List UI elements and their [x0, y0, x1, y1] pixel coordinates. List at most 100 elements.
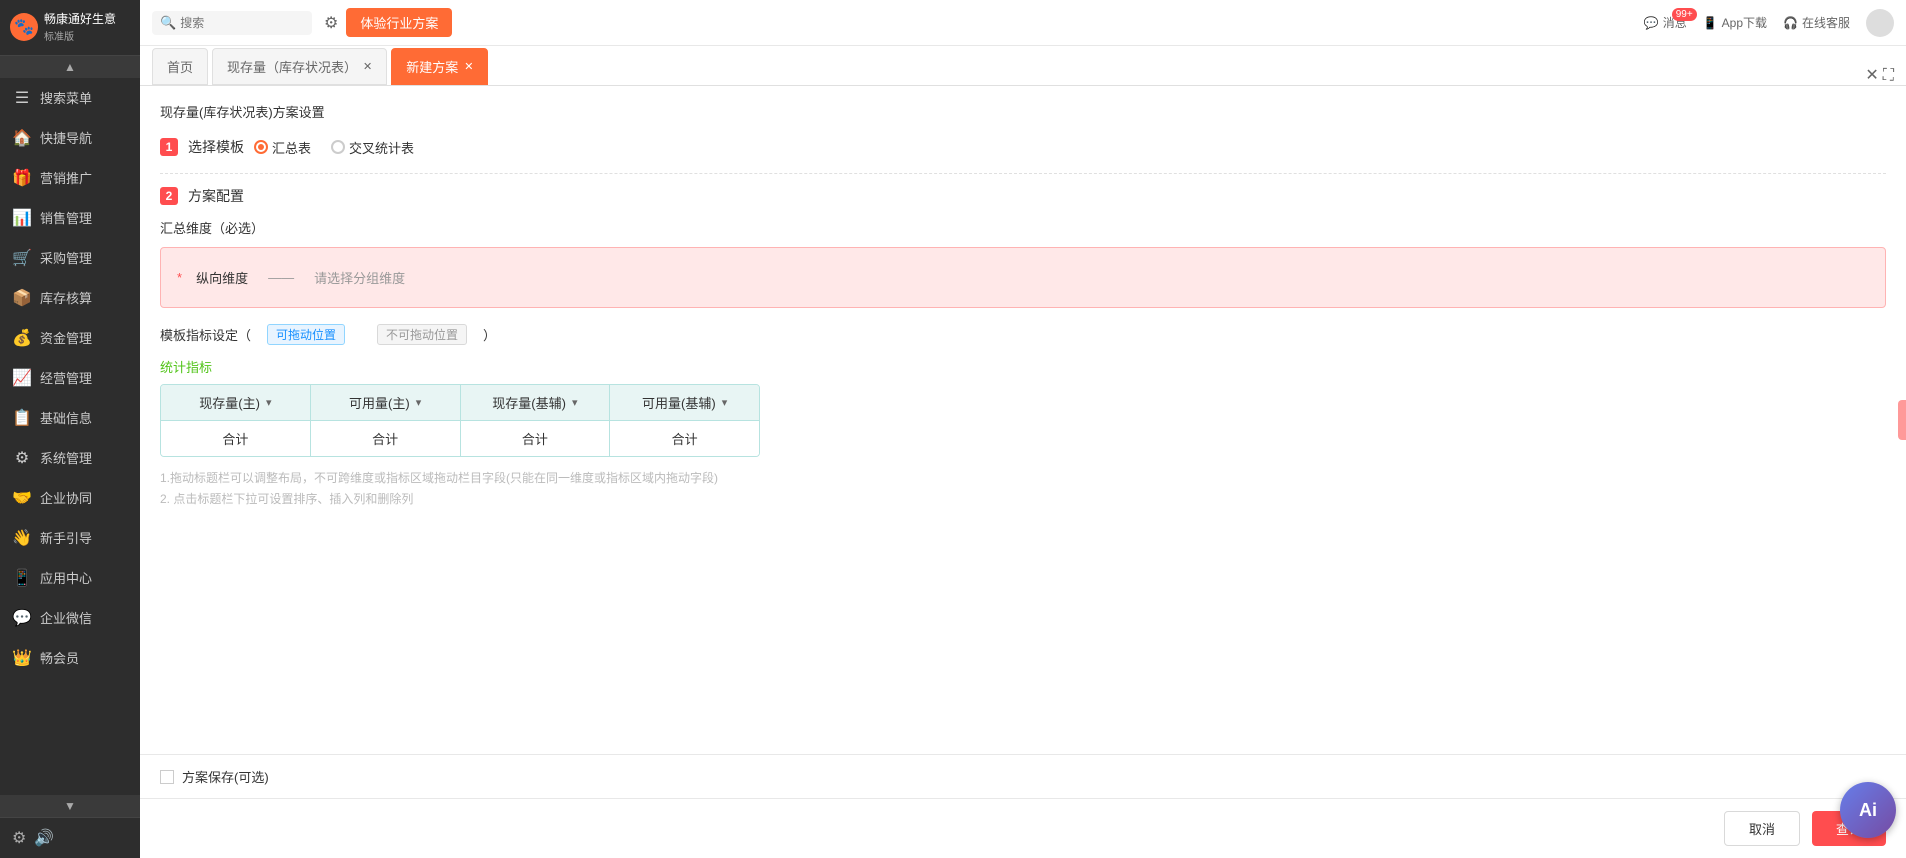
sidebar-item-finance[interactable]: 💰 资金管理 — [0, 318, 140, 358]
sidebar-item-member[interactable]: 👑 畅会员 — [0, 638, 140, 678]
sidebar-item-marketing[interactable]: 🎁 营销推广 — [0, 158, 140, 198]
sidebar-item-purchase[interactable]: 🛒 采购管理 — [0, 238, 140, 278]
step2-num: 2 — [160, 187, 178, 205]
topbar: 🔍 ⚙ 体验行业方案 💬 消息 99+ 📱 App下载 🎧 在线客服 — [140, 0, 1906, 46]
sidebar-item-enterprise-wx[interactable]: 💬 企业微信 — [0, 598, 140, 638]
dimension-vertical-label: 纵向维度 — [196, 268, 248, 287]
home-icon: 🏠 — [12, 128, 32, 148]
dimension-box[interactable]: * 纵向维度 —— 请选择分组维度 — [160, 247, 1886, 308]
gear-icon: ⚙ — [12, 448, 32, 468]
app-download-btn[interactable]: 📱 App下载 — [1703, 14, 1767, 31]
sidebar: 🐾 畅康通好生意 标准版 ▲ ☰ 搜索菜单 🏠 快捷导航 🎁 营销推广 📊 销售… — [0, 0, 140, 858]
sidebar-item-label: 资金管理 — [40, 328, 92, 347]
tab-inventory-status[interactable]: 现存量（库存状况表） ✕ — [212, 48, 387, 85]
handshake-icon: 🤝 — [12, 488, 32, 508]
sidebar-footer: ⚙ 🔊 — [0, 817, 140, 858]
radio-summary-circle — [254, 140, 268, 154]
sidebar-item-quick-nav[interactable]: 🏠 快捷导航 — [0, 118, 140, 158]
sidebar-item-search-menu[interactable]: ☰ 搜索菜单 — [0, 78, 140, 118]
sidebar-item-system[interactable]: ⚙ 系统管理 — [0, 438, 140, 478]
cancel-btn[interactable]: 取消 — [1724, 811, 1800, 846]
audio-icon[interactable]: 🔊 — [34, 828, 54, 848]
sidebar-item-enterprise[interactable]: 🤝 企业协同 — [0, 478, 140, 518]
trial-btn[interactable]: 体验行业方案 — [346, 8, 452, 37]
save-row: 方案保存(可选) — [140, 754, 1906, 798]
app-version: 标准版 — [44, 28, 116, 43]
stats-header-0[interactable]: 现存量(主) ▾ — [161, 385, 311, 420]
indicator-setting-end: ） — [483, 325, 496, 344]
step2-header: 2 方案配置 — [160, 186, 1886, 206]
sidebar-logo: 🐾 畅康通好生意 标准版 — [0, 0, 140, 56]
scroll-up-btn[interactable]: ▲ — [0, 56, 140, 78]
radio-summary[interactable]: 汇总表 — [254, 138, 311, 157]
dropdown-arrow-3[interactable]: ▾ — [722, 396, 728, 409]
save-label: 方案保存(可选) — [182, 767, 269, 786]
right-handle[interactable] — [1898, 400, 1906, 440]
stats-title: 统计指标 — [160, 357, 1886, 376]
save-checkbox[interactable] — [160, 770, 174, 784]
stats-cell-0-1: 合计 — [311, 421, 461, 456]
tab-home[interactable]: 首页 — [152, 48, 208, 85]
step2-section: 2 方案配置 汇总维度（必选） * 纵向维度 —— 请选择分组维度 模板指标设定… — [160, 186, 1886, 507]
message-btn[interactable]: 💬 消息 99+ — [1644, 14, 1687, 31]
sidebar-item-label: 新手引导 — [40, 528, 92, 547]
ai-badge[interactable]: Ai — [1840, 782, 1896, 838]
scroll-down-btn[interactable]: ▼ — [0, 795, 140, 817]
gift-icon: 🎁 — [12, 168, 32, 188]
tips-section: 1.拖动标题栏可以调整布局，不可跨维度或指标区域拖动栏目字段(只能在同一维度或指… — [160, 469, 1886, 507]
tab-inventory-close[interactable]: ✕ — [363, 60, 372, 73]
dropdown-arrow-2[interactable]: ▾ — [572, 396, 578, 409]
sidebar-item-operations[interactable]: 📈 经营管理 — [0, 358, 140, 398]
panel: 现存量(库存状况表)方案设置 1 选择模板 汇总表 — [140, 86, 1906, 754]
topbar-gear-icon[interactable]: ⚙ — [324, 13, 338, 33]
tips-item-1: 2. 点击标题栏下拉可设置排序、插入列和删除列 — [160, 490, 1886, 507]
radio-summary-label: 汇总表 — [272, 138, 311, 157]
search-menu-icon: ☰ — [12, 88, 32, 108]
sidebar-item-new-guide[interactable]: 👋 新手引导 — [0, 518, 140, 558]
stats-header-label-2: 现存量(基辅) — [492, 393, 566, 412]
sidebar-nav: ☰ 搜索菜单 🏠 快捷导航 🎁 营销推广 📊 销售管理 🛒 采购管理 📦 库存核… — [0, 78, 140, 795]
mobile-icon: 📱 — [12, 568, 32, 588]
sidebar-item-label: 采购管理 — [40, 248, 92, 267]
tab-new-scheme[interactable]: 新建方案 ✕ — [391, 48, 488, 85]
search-input[interactable] — [180, 16, 300, 30]
radio-crosstab[interactable]: 交叉统计表 — [331, 138, 414, 157]
sidebar-item-label: 销售管理 — [40, 208, 92, 227]
stats-header-1[interactable]: 可用量(主) ▾ — [311, 385, 461, 420]
template-radio-group: 汇总表 交叉统计表 — [254, 138, 414, 157]
tab-new-scheme-close[interactable]: ✕ — [464, 60, 473, 73]
money-icon: 💰 — [12, 328, 32, 348]
stats-header-2[interactable]: 现存量(基辅) ▾ — [461, 385, 611, 420]
stats-header-label-3: 可用量(基辅) — [642, 393, 716, 412]
sidebar-item-label: 营销推广 — [40, 168, 92, 187]
radio-crosstab-label: 交叉统计表 — [349, 138, 414, 157]
sidebar-item-label: 畅会员 — [40, 648, 79, 667]
sidebar-item-basic-info[interactable]: 📋 基础信息 — [0, 398, 140, 438]
tabbar: 首页 现存量（库存状况表） ✕ 新建方案 ✕ ✕ ⛶ — [140, 46, 1906, 86]
sidebar-item-app-center[interactable]: 📱 应用中心 — [0, 558, 140, 598]
expand-panel-btn[interactable]: ⛶ — [1883, 67, 1894, 85]
dropdown-arrow-0[interactable]: ▾ — [266, 396, 272, 409]
radio-summary-dot — [258, 144, 264, 150]
search-box[interactable]: 🔍 — [152, 11, 312, 35]
service-btn[interactable]: 🎧 在线客服 — [1783, 14, 1850, 31]
box-icon: 📦 — [12, 288, 32, 308]
dimension-placeholder: 请选择分组维度 — [314, 268, 405, 287]
sidebar-item-label: 经营管理 — [40, 368, 92, 387]
dropdown-arrow-1[interactable]: ▾ — [416, 396, 422, 409]
stats-cell-0-0: 合计 — [161, 421, 311, 456]
crown-icon: 👑 — [12, 648, 32, 668]
stats-data-row-0: 合计 合计 合计 合计 — [161, 420, 759, 456]
sidebar-item-sales[interactable]: 📊 销售管理 — [0, 198, 140, 238]
sidebar-item-label: 系统管理 — [40, 448, 92, 467]
avatar[interactable] — [1866, 9, 1894, 37]
close-panel-btn[interactable]: ✕ — [1865, 65, 1878, 85]
message-icon: 💬 — [1644, 16, 1659, 30]
settings-icon[interactable]: ⚙ — [12, 828, 26, 848]
app-name: 畅康通好生意 — [44, 12, 116, 28]
draggable-badge: 可拖动位置 — [267, 324, 345, 345]
sidebar-item-inventory[interactable]: 📦 库存核算 — [0, 278, 140, 318]
sidebar-item-label: 企业协同 — [40, 488, 92, 507]
panel-title: 现存量(库存状况表)方案设置 — [160, 102, 1886, 121]
stats-header-3[interactable]: 可用量(基辅) ▾ — [610, 385, 759, 420]
